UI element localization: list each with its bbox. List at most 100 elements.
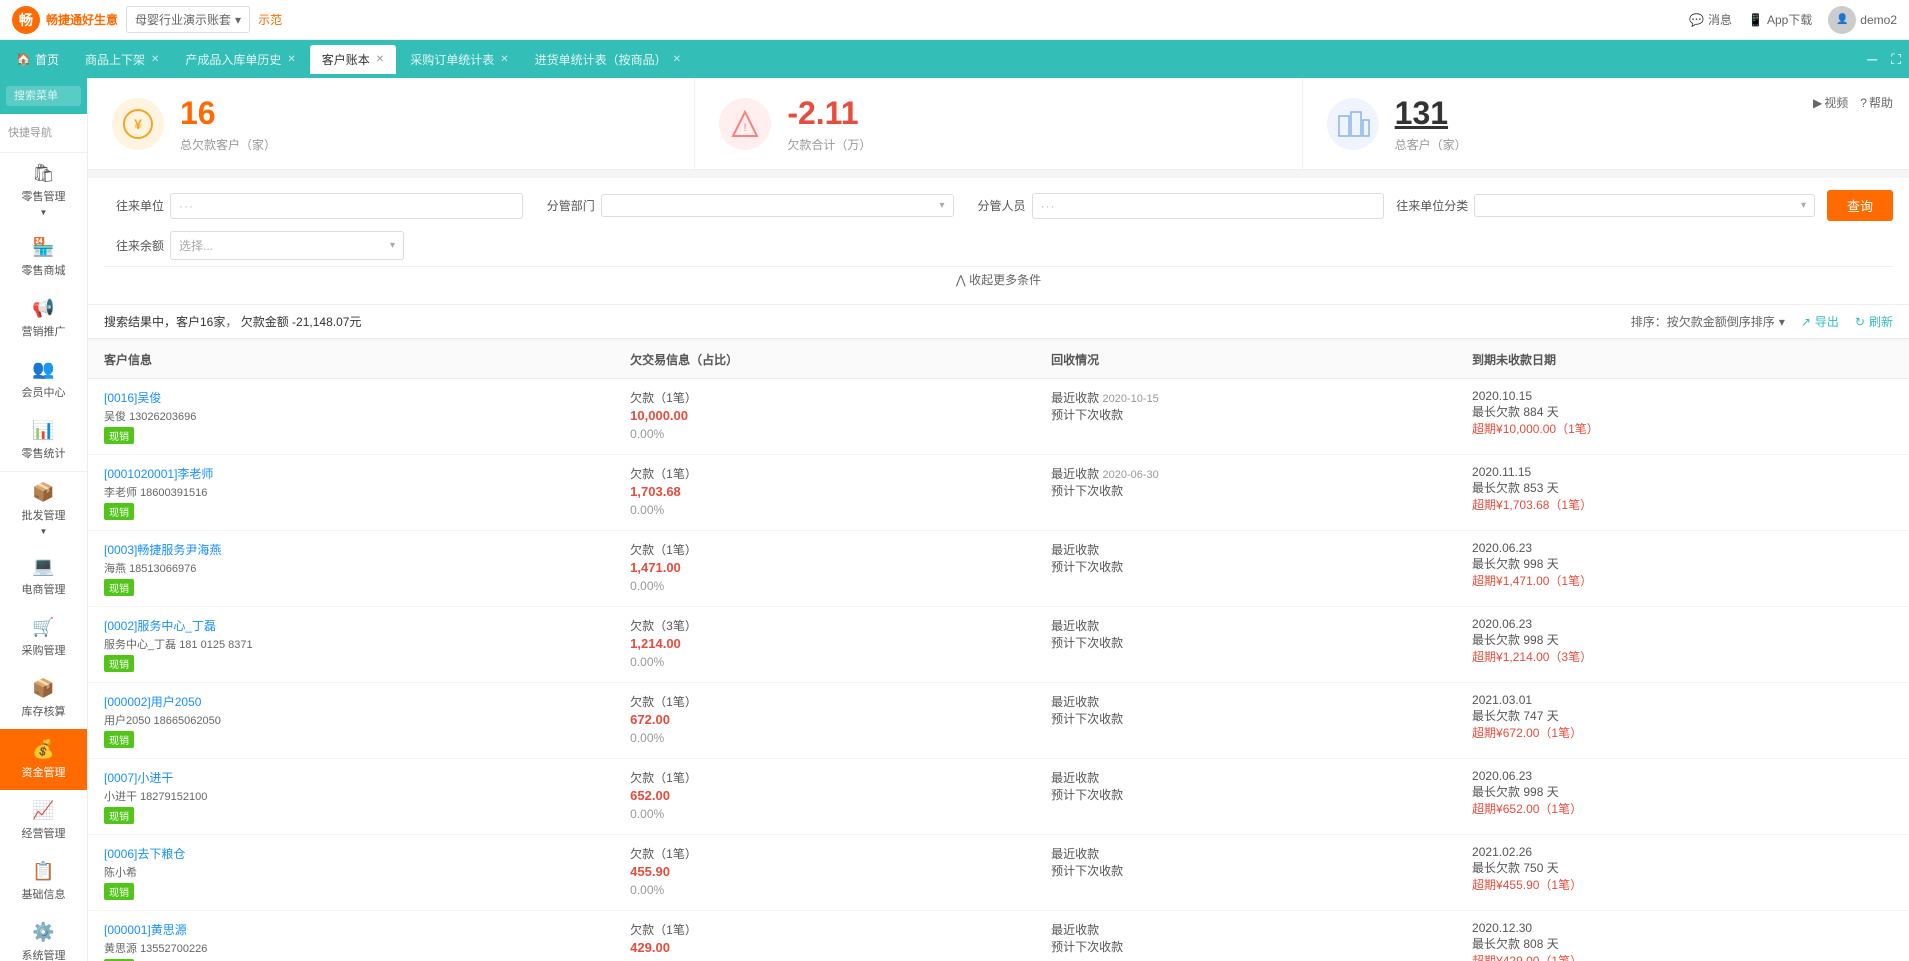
due-info-4: 2021.03.01 最长欠款 747 天 超期¥672.00（1笔）: [1472, 693, 1893, 741]
close-icon[interactable]: ✕: [673, 54, 681, 65]
due-info-7: 2020.12.30 最长欠款 808 天 超期¥429.00（1笔）: [1472, 921, 1893, 961]
nav-tabs: 🏠 首页 商品上下架 ✕ 产成品入库单历史 ✕ 客户账本 ✕ 采购订单统计表 ✕…: [0, 40, 1909, 78]
user-area[interactable]: 👤 demo2: [1828, 6, 1897, 34]
overdue-amount-4[interactable]: 超期¥672.00（1笔）: [1472, 724, 1893, 741]
balance-select[interactable]: 选择... ▾: [170, 231, 404, 260]
overdue-days-2: 最长欠款 998 天: [1472, 555, 1893, 572]
search-button[interactable]: 查询: [1827, 190, 1893, 221]
minimize-icon[interactable]: ─: [1863, 49, 1881, 69]
sidebar-search-area: [0, 78, 87, 114]
debt-info-6: 欠款（1笔） 455.90 0.00%: [630, 845, 1051, 897]
overdue-days-4: 最长欠款 747 天: [1472, 707, 1893, 724]
sidebar-item-biz[interactable]: 📈 经营管理: [0, 790, 87, 851]
customer-name-link-2[interactable]: [0003]畅捷服务尹海燕: [104, 543, 221, 557]
collection-info-2: 最近收款 预计下次收款: [1051, 541, 1472, 575]
customer-name-link-5[interactable]: [0007]小进干: [104, 771, 173, 785]
sidebar-item-purchase[interactable]: 🛒 采购管理: [0, 607, 87, 668]
table-header: 客户信息 欠交易信息（占比） 回收情况 到期未收款日期: [88, 341, 1909, 379]
app-download-btn[interactable]: 📱 App下载: [1748, 11, 1812, 28]
store-selector[interactable]: 母婴行业演示账套 ▾: [126, 6, 250, 33]
overdue-amount-1[interactable]: 超期¥1,703.68（1笔）: [1472, 496, 1893, 513]
overdue-amount-5[interactable]: 超期¥652.00（1笔）: [1472, 800, 1893, 817]
sidebar-item-marketing[interactable]: 📢 营销推广: [0, 288, 87, 349]
tab-customer-account-label: 客户账本: [322, 51, 370, 68]
sidebar-item-ecommerce[interactable]: 💻 电商管理: [0, 546, 87, 607]
sidebar-item-batch-mgmt[interactable]: 📦 批发管理 ▼: [0, 472, 87, 546]
close-icon[interactable]: ✕: [151, 54, 159, 65]
search-input[interactable]: [6, 86, 81, 106]
overdue-amount-7[interactable]: 超期¥429.00（1笔）: [1472, 952, 1893, 961]
filter-row-2: 往来余额 选择... ▾: [104, 231, 1893, 260]
tab-inbound-stats[interactable]: 进货单统计表（按商品） ✕: [523, 45, 693, 74]
debt-amount-6: 455.90: [630, 864, 1051, 879]
stat-icon-owing: ¥: [112, 98, 164, 150]
customer-name-link-1[interactable]: [0001020001]李老师: [104, 467, 213, 481]
customer-name-link-4[interactable]: [000002]用户2050: [104, 695, 201, 709]
help-btn[interactable]: ? 帮助: [1860, 94, 1893, 111]
view-video-btn[interactable]: ▶ 视频: [1813, 94, 1848, 111]
sidebar-item-retail-mgmt[interactable]: 🛍 零售管理 ▼: [0, 153, 87, 227]
sidebar-item-member[interactable]: 👥 会员中心: [0, 349, 87, 410]
tab-product-history[interactable]: 产成品入库单历史 ✕: [173, 45, 307, 74]
export-btn[interactable]: ↗ 导出: [1801, 313, 1839, 330]
unit-class-select[interactable]: ▾: [1474, 194, 1815, 217]
tab-home[interactable]: 🏠 首页: [4, 45, 71, 74]
customer-phone-0: 吴俊 13026203696: [104, 408, 630, 424]
sidebar: 快捷导航 🛍 零售管理 ▼ 🏪 零售商城 📢 营销推广 👥 会员中心 📊: [0, 78, 88, 961]
person-input[interactable]: ···: [1032, 193, 1385, 219]
due-info-2: 2020.06.23 最长欠款 998 天 超期¥1,471.00（1笔）: [1472, 541, 1893, 589]
tab-customer-account[interactable]: 客户账本 ✕: [310, 45, 396, 74]
dept-select[interactable]: ▾: [601, 194, 954, 217]
customer-name-link-3[interactable]: [0002]服务中心_丁磊: [104, 619, 216, 633]
nav-tabs-right: ─ ⛶: [1863, 49, 1905, 70]
owing-amount-number: -2.11: [787, 94, 1277, 132]
customer-info-3: [0002]服务中心_丁磊 服务中心_丁磊 181 0125 8371 现销: [104, 617, 630, 672]
sidebar-item-finance[interactable]: 💰 资金管理: [0, 729, 87, 790]
tab-purchase-stats[interactable]: 采购订单统计表 ✕: [398, 45, 520, 74]
tab-product-offshelf[interactable]: 商品上下架 ✕: [73, 45, 171, 74]
results-summary-text: 搜索结果中，客户16家: [104, 315, 225, 329]
customer-name-link-7[interactable]: [000001]黄思源: [104, 923, 187, 937]
sidebar-item-inventory-label: 库存核算: [22, 703, 66, 719]
customer-tag-3: 现销: [104, 655, 134, 672]
overdue-amount-2[interactable]: 超期¥1,471.00（1笔）: [1472, 572, 1893, 589]
debt-percent-5: 0.00%: [630, 807, 1051, 821]
customer-tag-2: 现销: [104, 579, 134, 596]
close-icon[interactable]: ✕: [500, 54, 508, 65]
sidebar-item-inventory[interactable]: 📦 库存核算: [0, 668, 87, 729]
message-btn[interactable]: 💬 消息: [1689, 11, 1732, 28]
overdue-amount-3[interactable]: 超期¥1,214.00（3笔）: [1472, 648, 1893, 665]
debt-amount-7: 429.00: [630, 940, 1051, 955]
sidebar-item-retail-store[interactable]: 🏪 零售商城: [0, 227, 87, 288]
next-collection-6: 预计下次收款: [1051, 862, 1472, 879]
refresh-btn[interactable]: ↻ 刷新: [1855, 313, 1893, 330]
debt-amount-0: 10,000.00: [630, 408, 1051, 423]
sort-select[interactable]: 排序：按欠款金额倒序排序 ▾: [1631, 313, 1785, 330]
balance-label: 往来余额: [104, 237, 164, 254]
source-unit-input[interactable]: ···: [170, 193, 523, 219]
customer-name-link-0[interactable]: [0016]吴俊: [104, 391, 161, 405]
sidebar-item-finance-label: 资金管理: [22, 764, 66, 780]
owing-customers-label: 总欠款客户（家）: [180, 136, 670, 153]
customer-phone-3: 服务中心_丁磊 181 0125 8371: [104, 636, 630, 652]
close-icon[interactable]: ✕: [376, 54, 384, 65]
due-info-5: 2020.06.23 最长欠款 998 天 超期¥652.00（1笔）: [1472, 769, 1893, 817]
collapse-more-btn[interactable]: ⋀ 收起更多条件: [104, 266, 1893, 292]
debt-label-0: 欠款（1笔）: [630, 389, 1051, 406]
close-icon[interactable]: ✕: [287, 54, 295, 65]
collection-label-7: 最近收款: [1051, 921, 1472, 938]
sidebar-item-sys[interactable]: ⚙️ 系统管理: [0, 912, 87, 961]
debt-label-2: 欠款（1笔）: [630, 541, 1051, 558]
sidebar-item-basic-label: 基础信息: [22, 886, 66, 902]
maximize-icon[interactable]: ⛶: [1887, 49, 1905, 70]
overdue-amount-6[interactable]: 超期¥455.90（1笔）: [1472, 876, 1893, 893]
sidebar-item-basic[interactable]: 📋 基础信息: [0, 851, 87, 912]
overdue-amount-0[interactable]: 超期¥10,000.00（1笔）: [1472, 420, 1893, 437]
person-label: 分管人员: [966, 197, 1026, 214]
debt-percent-1: 0.00%: [630, 503, 1051, 517]
debt-info-1: 欠款（1笔） 1,703.68 0.00%: [630, 465, 1051, 517]
customer-name-link-6[interactable]: [0006]去下粮仓: [104, 847, 185, 861]
sidebar-item-retail-stats[interactable]: 📊 零售统计: [0, 410, 87, 471]
table-row: [0007]小进干 小进干 18279152100 现销 欠款（1笔） 652.…: [88, 759, 1909, 835]
table-row: [000002]用户2050 用户2050 18665062050 现销 欠款（…: [88, 683, 1909, 759]
